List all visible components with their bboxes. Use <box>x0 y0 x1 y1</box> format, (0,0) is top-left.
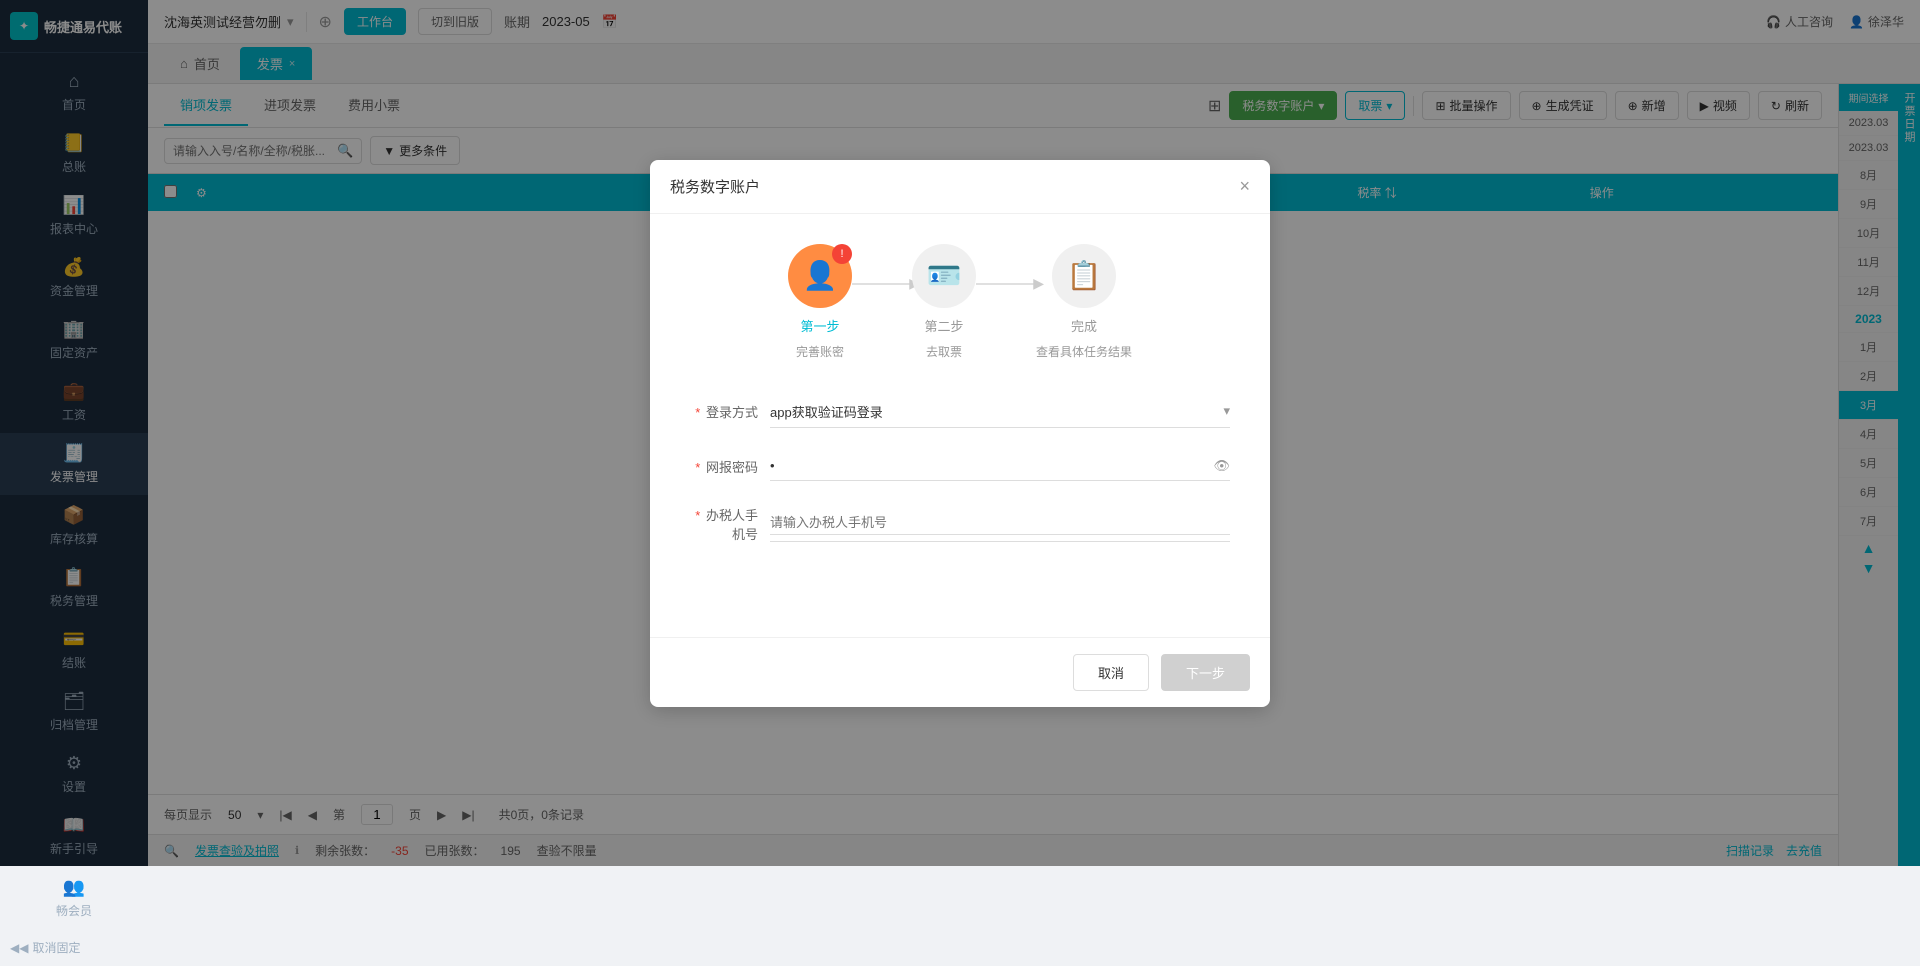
step-1-badge: ! <box>832 244 852 264</box>
step-2-title: 第二步 <box>924 316 963 335</box>
next-button[interactable]: 下一步 <box>1161 654 1250 691</box>
modal-dialog: 税务数字账户 × 👤 ! 第一步 完善账密 ▶ <box>650 160 1270 707</box>
phone-label: 办税人手机号 <box>690 505 770 543</box>
password-field[interactable]: 👁 <box>770 452 1230 481</box>
login-method-value: app获取验证码登录 <box>770 402 1223 421</box>
login-method-label: 登录方式 <box>690 402 770 421</box>
form-row-login-method: 登录方式 app获取验证码登录 ▾ <box>690 396 1230 428</box>
password-label: 网报密码 <box>690 457 770 476</box>
select-dropdown-icon: ▾ <box>1223 403 1230 419</box>
form-row-phone: 办税人手机号 <box>690 505 1230 543</box>
step-arrow-1: ▶ <box>852 283 912 285</box>
login-method-select[interactable]: app获取验证码登录 ▾ <box>770 396 1230 428</box>
arrow-line-1: ▶ <box>852 283 912 285</box>
step-1-icon-symbol: 👤 <box>803 259 838 292</box>
step-3-icon-symbol: 📋 <box>1067 259 1102 292</box>
step-1-desc: 完善账密 <box>796 343 844 360</box>
step-1-icon: 👤 ! <box>788 244 852 308</box>
step-3-icon: 📋 <box>1052 244 1116 308</box>
step-arrow-2: ▶ <box>976 283 1036 285</box>
arrow-line-2: ▶ <box>976 283 1036 285</box>
step-3: 📋 完成 查看具体任务结果 <box>1036 244 1132 360</box>
modal-close-button[interactable]: × <box>1239 176 1250 197</box>
collapse-icon: ◀◀ <box>10 941 28 955</box>
step-3-title: 完成 <box>1071 316 1097 335</box>
form-row-password: 网报密码 👁 <box>690 452 1230 481</box>
modal-header: 税务数字账户 × <box>650 160 1270 214</box>
sidebar-item-member[interactable]: 👥 畅会员 <box>0 867 148 929</box>
password-input[interactable] <box>770 458 1213 473</box>
step-2-desc: 去取票 <box>926 343 962 360</box>
member-icon: 👥 <box>63 877 85 898</box>
phone-field-container <box>770 505 1230 542</box>
modal-body: 👤 ! 第一步 完善账密 ▶ 🪪 第二步 <box>650 214 1270 637</box>
arrow-icon-2: ▶ <box>1033 275 1044 292</box>
modal-footer: 取消 下一步 <box>650 637 1270 707</box>
step-1-title: 第一步 <box>800 316 839 335</box>
step-1: 👤 ! 第一步 完善账密 <box>788 244 852 360</box>
cancel-button[interactable]: 取消 <box>1073 654 1149 691</box>
steps-container: 👤 ! 第一步 完善账密 ▶ 🪪 第二步 <box>690 244 1230 360</box>
modal-overlay: 税务数字账户 × 👤 ! 第一步 完善账密 ▶ <box>0 0 1920 866</box>
step-3-desc: 查看具体任务结果 <box>1036 343 1132 360</box>
sidebar-collapse-btn[interactable]: ◀◀ 取消固定 <box>0 929 148 966</box>
collapse-label: 取消固定 <box>32 939 80 956</box>
modal-form: 登录方式 app获取验证码登录 ▾ 网报密码 👁 <box>690 396 1230 543</box>
modal-title: 税务数字账户 <box>670 176 760 197</box>
sidebar-item-label: 畅会员 <box>56 902 92 919</box>
step-2: 🪪 第二步 去取票 <box>912 244 976 360</box>
step-2-icon: 🪪 <box>912 244 976 308</box>
eye-icon[interactable]: 👁 <box>1213 458 1230 474</box>
phone-input[interactable] <box>770 511 1230 535</box>
modal-spacer <box>690 567 1230 607</box>
step-2-icon-symbol: 🪪 <box>927 259 962 292</box>
